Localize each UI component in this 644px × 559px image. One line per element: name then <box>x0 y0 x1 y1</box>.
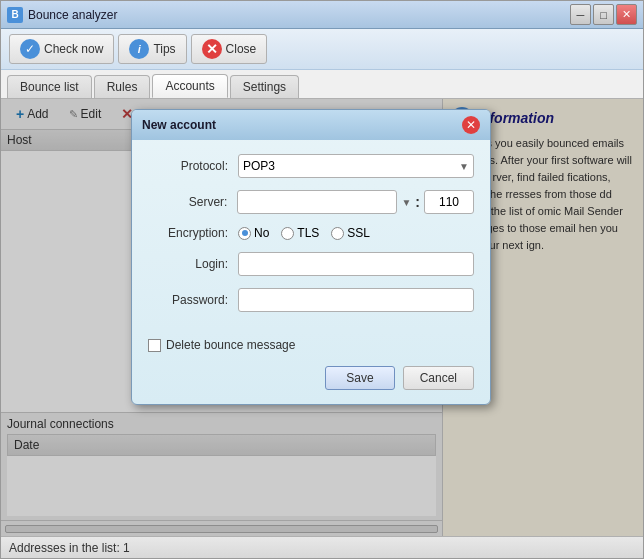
server-label: Server: <box>148 195 237 209</box>
radio-ssl-circle <box>331 227 344 240</box>
server-input[interactable] <box>237 190 397 214</box>
login-row: Login: <box>148 252 474 276</box>
tab-accounts[interactable]: Accounts <box>152 74 227 98</box>
tabs-bar: Bounce list Rules Accounts Settings <box>1 70 643 99</box>
minimize-button[interactable]: ─ <box>570 4 591 25</box>
check-icon: ✓ <box>20 39 40 59</box>
protocol-row: Protocol: POP3 ▼ <box>148 154 474 178</box>
status-bar: Addresses in the list: 1 <box>1 536 643 558</box>
main-window: B Bounce analyzer ─ □ ✕ ✓ Check now i Ti… <box>0 0 644 559</box>
protocol-control: POP3 ▼ <box>238 154 474 178</box>
protocol-label: Protocol: <box>148 159 238 173</box>
encryption-radio-group: No TLS SSL <box>238 226 370 240</box>
cancel-button[interactable]: Cancel <box>403 366 474 390</box>
title-bar: B Bounce analyzer ─ □ ✕ <box>1 1 643 29</box>
encryption-no-label: No <box>254 226 269 240</box>
maximize-button[interactable]: □ <box>593 4 614 25</box>
protocol-select[interactable]: POP3 ▼ <box>238 154 474 178</box>
status-text: Addresses in the list: 1 <box>9 541 130 555</box>
dialog-title: New account <box>142 118 216 132</box>
radio-tls-circle <box>281 227 294 240</box>
window-title: Bounce analyzer <box>28 8 117 22</box>
login-input[interactable] <box>238 252 474 276</box>
tab-settings[interactable]: Settings <box>230 75 299 98</box>
dialog-title-bar: New account ✕ <box>132 110 490 140</box>
port-input[interactable]: 110 <box>424 190 474 214</box>
encryption-tls-option[interactable]: TLS <box>281 226 319 240</box>
tips-button[interactable]: i Tips <box>118 34 186 64</box>
close-button[interactable]: ✕ Close <box>191 34 268 64</box>
toolbar: ✓ Check now i Tips ✕ Close <box>1 29 643 70</box>
encryption-ssl-option[interactable]: SSL <box>331 226 370 240</box>
encryption-ssl-label: SSL <box>347 226 370 240</box>
tab-rules[interactable]: Rules <box>94 75 151 98</box>
tab-bounce-list[interactable]: Bounce list <box>7 75 92 98</box>
encryption-tls-label: TLS <box>297 226 319 240</box>
radio-no-circle <box>238 227 251 240</box>
new-account-dialog: New account ✕ Protocol: POP3 ▼ <box>131 109 491 405</box>
delete-bounce-row: Delete bounce message <box>132 338 490 352</box>
check-now-button[interactable]: ✓ Check now <box>9 34 114 64</box>
chevron-down-icon: ▼ <box>459 161 469 172</box>
encryption-row: Encryption: No TLS <box>148 226 474 240</box>
dialog-buttons: Save Cancel <box>132 366 490 404</box>
port-separator: : <box>415 194 420 210</box>
dialog-close-button[interactable]: ✕ <box>462 116 480 134</box>
delete-bounce-checkbox[interactable] <box>148 339 161 352</box>
login-label: Login: <box>148 257 238 271</box>
window-close-button[interactable]: ✕ <box>616 4 637 25</box>
encryption-label: Encryption: <box>148 226 238 240</box>
password-row: Password: <box>148 288 474 312</box>
encryption-no-option[interactable]: No <box>238 226 269 240</box>
save-button[interactable]: Save <box>325 366 394 390</box>
tips-icon: i <box>129 39 149 59</box>
password-control <box>238 288 474 312</box>
title-bar-controls: ─ □ ✕ <box>570 4 637 25</box>
dialog-body: Protocol: POP3 ▼ Server: <box>132 140 490 338</box>
modal-overlay: New account ✕ Protocol: POP3 ▼ <box>1 99 643 536</box>
delete-bounce-label: Delete bounce message <box>166 338 295 352</box>
check-now-label: Check now <box>44 42 103 56</box>
password-label: Password: <box>148 293 238 307</box>
login-control <box>238 252 474 276</box>
password-input[interactable] <box>238 288 474 312</box>
title-bar-left: B Bounce analyzer <box>7 7 117 23</box>
encryption-control: No TLS SSL <box>238 226 474 240</box>
server-dropdown-icon: ▼ <box>401 197 411 208</box>
app-icon: B <box>7 7 23 23</box>
server-control: ▼ : 110 <box>237 190 474 214</box>
close-label: Close <box>226 42 257 56</box>
protocol-value: POP3 <box>243 159 275 173</box>
main-content: + Add ✎ Edit ✕ Delete Host Protocol Logi… <box>1 99 643 536</box>
server-row: Server: ▼ : 110 <box>148 190 474 214</box>
tips-label: Tips <box>153 42 175 56</box>
close-icon: ✕ <box>202 39 222 59</box>
server-input-group: ▼ : 110 <box>237 190 474 214</box>
